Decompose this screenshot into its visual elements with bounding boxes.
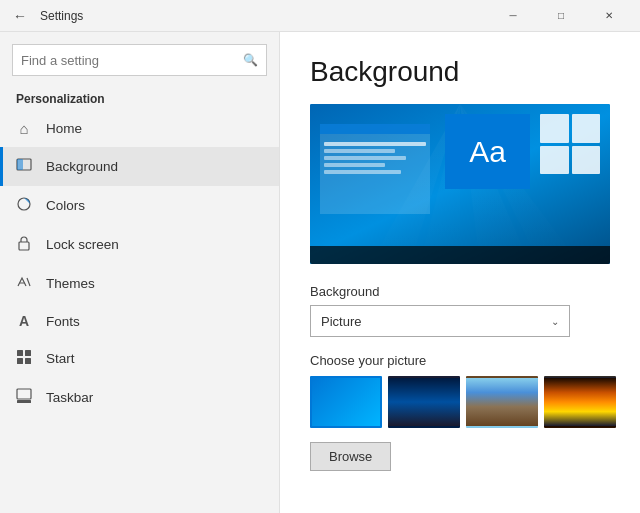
colors-icon <box>16 196 32 215</box>
svg-rect-3 <box>19 242 29 250</box>
browse-button[interactable]: Browse <box>310 442 391 471</box>
minimize-button[interactable]: ─ <box>490 0 536 32</box>
sidebar-item-label: Background <box>46 159 118 174</box>
window-controls: ─ □ ✕ <box>490 0 632 32</box>
home-icon: ⌂ <box>16 120 32 137</box>
picture-thumb-2[interactable] <box>388 376 460 428</box>
preview-aa-tile: Aa <box>445 114 530 189</box>
page-title: Background <box>310 56 610 88</box>
background-form-label: Background <box>310 284 610 299</box>
search-icon: 🔍 <box>243 53 258 67</box>
maximize-button[interactable]: □ <box>538 0 584 32</box>
sidebar-item-home[interactable]: ⌂ Home <box>0 110 279 147</box>
win-tile-2 <box>572 114 601 143</box>
sidebar-item-themes[interactable]: Themes <box>0 264 279 303</box>
background-dropdown[interactable]: Picture ⌄ <box>310 305 570 337</box>
win-tile-3 <box>540 146 569 175</box>
sidebar-item-label: Lock screen <box>46 237 119 252</box>
sidebar-item-fonts[interactable]: A Fonts <box>0 303 279 339</box>
themes-icon <box>16 274 32 293</box>
content-area: Background <box>280 32 640 513</box>
sidebar-item-background[interactable]: Background <box>0 147 279 186</box>
sidebar-item-label: Themes <box>46 276 95 291</box>
sidebar-item-label: Colors <box>46 198 85 213</box>
picture-thumb-4[interactable] <box>544 376 616 428</box>
sidebar-item-label: Fonts <box>46 314 80 329</box>
background-preview: Aa <box>310 104 610 264</box>
picture-thumb-1[interactable] <box>310 376 382 428</box>
sidebar-item-label: Start <box>46 351 75 366</box>
sidebar: 🔍 Personalization ⌂ Home Background <box>0 32 280 513</box>
main-layout: 🔍 Personalization ⌂ Home Background <box>0 32 640 513</box>
pictures-grid <box>310 376 610 428</box>
start-icon <box>16 349 32 368</box>
svg-rect-6 <box>17 358 23 364</box>
sidebar-item-start[interactable]: Start <box>0 339 279 378</box>
fonts-icon: A <box>16 313 32 329</box>
svg-rect-9 <box>17 400 31 403</box>
sidebar-item-label: Home <box>46 121 82 136</box>
titlebar: ← Settings ─ □ ✕ <box>0 0 640 32</box>
sidebar-item-lock-screen[interactable]: Lock screen <box>0 225 279 264</box>
search-box[interactable]: 🔍 <box>12 44 267 76</box>
background-icon <box>16 157 32 176</box>
svg-rect-5 <box>25 350 31 356</box>
sidebar-item-colors[interactable]: Colors <box>0 186 279 225</box>
win-tile-1 <box>540 114 569 143</box>
picture-thumb-3[interactable] <box>466 376 538 428</box>
window-title: Settings <box>40 9 490 23</box>
windows-logo-tiles <box>540 114 600 174</box>
back-button[interactable]: ← <box>8 4 32 28</box>
search-input[interactable] <box>21 53 243 68</box>
section-label: Personalization <box>0 84 279 110</box>
close-button[interactable]: ✕ <box>586 0 632 32</box>
sidebar-item-label: Taskbar <box>46 390 93 405</box>
dropdown-value: Picture <box>321 314 361 329</box>
svg-rect-1 <box>17 159 23 170</box>
svg-rect-4 <box>17 350 23 356</box>
chevron-down-icon: ⌄ <box>551 316 559 327</box>
choose-picture-label: Choose your picture <box>310 353 610 368</box>
sidebar-item-taskbar[interactable]: Taskbar <box>0 378 279 417</box>
preview-taskbar <box>310 246 610 264</box>
preview-left-panel <box>320 124 430 214</box>
taskbar-icon <box>16 388 32 407</box>
svg-rect-8 <box>17 389 31 399</box>
wallpaper-background: Aa <box>310 104 610 264</box>
svg-rect-7 <box>25 358 31 364</box>
win-tile-4 <box>572 146 601 175</box>
lock-screen-icon <box>16 235 32 254</box>
